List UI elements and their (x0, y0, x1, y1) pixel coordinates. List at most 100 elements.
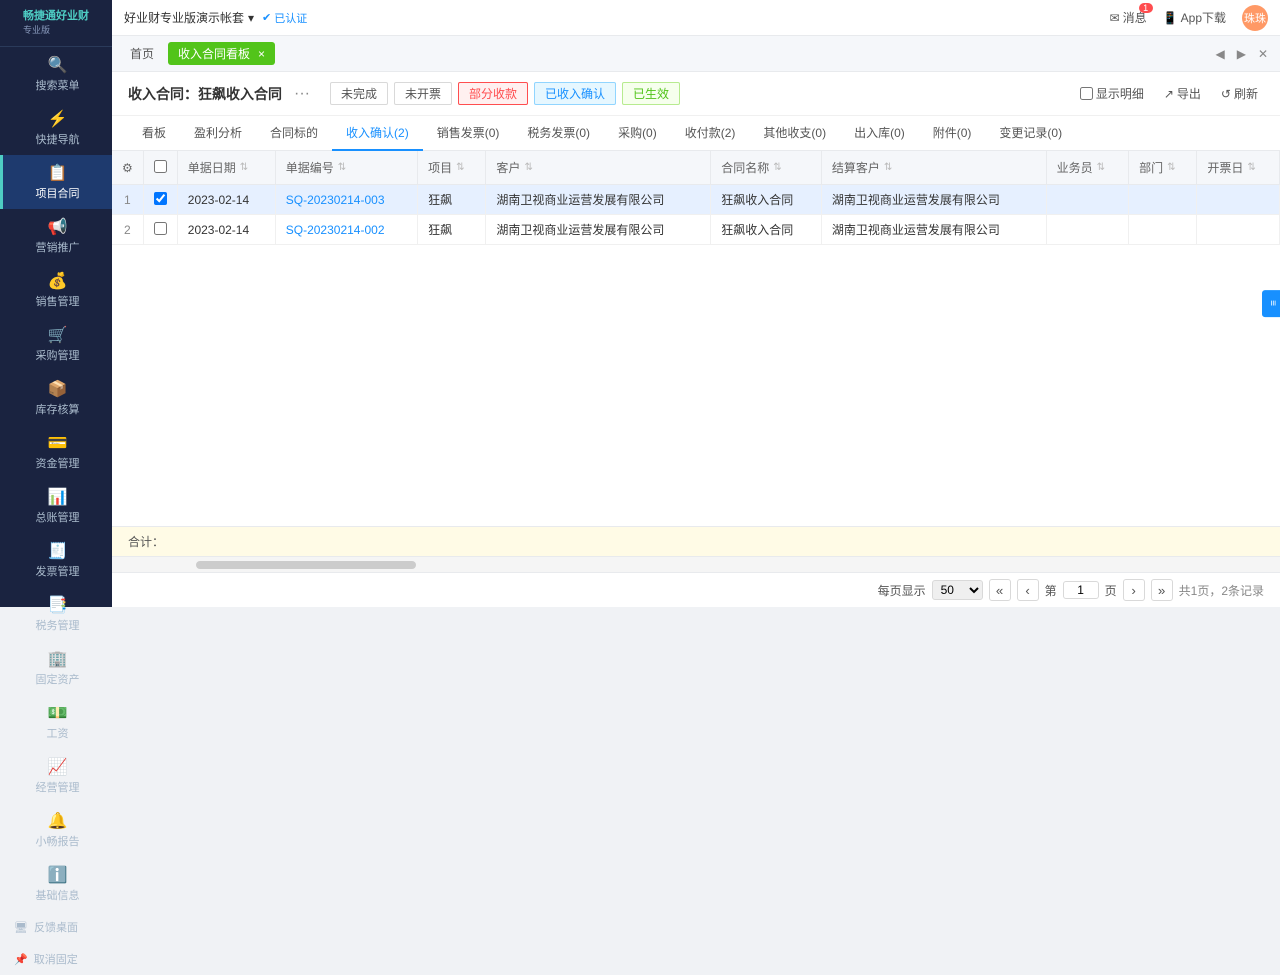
main-area: 好业财专业版演示帐套 ▾ ✔ 已认证 ✉ 消息 1 📱 App下载 珠珠 (112, 0, 1280, 607)
th-settlement-customer: 结算客户⇅ (821, 151, 1046, 185)
pagination: 每页显示 50 100 200 « ‹ 第 页 › » 共1页，2条记录 (112, 572, 1280, 607)
row-salesperson-1 (1046, 215, 1129, 245)
sidebar-item-4[interactable]: 💰 销售管理 (0, 263, 112, 317)
first-page-button[interactable]: « (989, 579, 1011, 601)
row-date-1: 2023-02-14 (177, 215, 275, 245)
user-avatar[interactable]: 珠珠 (1242, 5, 1268, 31)
sidebar-label-15: 基础信息 (36, 887, 80, 903)
sidebar-item-13[interactable]: 📈经营管理 (0, 749, 112, 803)
inner-tab-6[interactable]: 采购(0) (604, 116, 671, 151)
company-selector[interactable]: 好业财专业版演示帐套 ▾ (124, 9, 254, 26)
row-checkbox-1[interactable] (143, 215, 177, 245)
sidebar-label-0: 搜索菜单 (36, 77, 80, 93)
show-detail-toggle[interactable]: 显示明细 (1074, 83, 1150, 104)
inner-tab-5[interactable]: 税务发票(0) (513, 116, 604, 151)
horizontal-scrollbar[interactable] (112, 556, 1280, 572)
pin-icon: 📌 (14, 953, 28, 966)
inner-tab-8[interactable]: 其他收支(0) (749, 116, 840, 151)
sidebar-item-14[interactable]: 🔔小畅报告 (0, 803, 112, 857)
inner-tab-7[interactable]: 收付款(2) (671, 116, 750, 151)
sidebar-item-8[interactable]: 📊总账管理 (0, 479, 112, 533)
sidebar-label-14: 小畅报告 (36, 833, 80, 849)
status-incomplete[interactable]: 未完成 (330, 82, 388, 105)
th-salesperson: 业务员⇅ (1046, 151, 1129, 185)
th-settings: ⚙ (112, 151, 143, 185)
tab-close-all-icon[interactable]: ✕ (1254, 45, 1272, 63)
sidebar-icon-2: 📋 (48, 163, 68, 183)
scroll-thumb[interactable] (196, 561, 416, 569)
tab-contract-board[interactable]: 收入合同看板 × (168, 42, 275, 65)
sidebar-item-5[interactable]: 🛒采购管理 (0, 317, 112, 371)
row-invoice-date-1 (1197, 215, 1280, 245)
sidebar-item-1[interactable]: ⚡快捷导航 (0, 101, 112, 155)
content-actions: 显示明细 ↗ 导出 ↺ 刷新 (1074, 83, 1264, 104)
row-contract-name-1: 狂飙收入合同 (711, 215, 822, 245)
last-page-button[interactable]: » (1151, 579, 1173, 601)
select-all-checkbox[interactable] (154, 160, 167, 173)
export-button[interactable]: ↗ 导出 (1158, 83, 1207, 104)
message-icon: ✉ (1110, 11, 1120, 25)
inner-tab-0[interactable]: 看板 (128, 116, 180, 151)
status-effective[interactable]: 已生效 (622, 82, 680, 105)
sidebar-icon-6: 📦 (48, 379, 68, 399)
sidebar: 畅捷通好业财 专业版 🔍搜索菜单⚡快捷导航📋项目合同📢营销推广💰销售管理🛒采购管… (0, 0, 112, 607)
right-float-panel[interactable]: ≡ (1262, 290, 1280, 318)
row-customer-0: 湖南卫视商业运营发展有限公司 (486, 185, 711, 215)
row-checkbox-0[interactable] (143, 185, 177, 215)
sidebar-item-3[interactable]: 📢营销推广 (0, 209, 112, 263)
refresh-button[interactable]: ↺ 刷新 (1215, 83, 1264, 104)
sidebar-item-6[interactable]: 📦库存核算 (0, 371, 112, 425)
sidebar-icon-4: 💰 (48, 271, 68, 291)
sidebar-icon-1: ⚡ (48, 109, 68, 129)
show-detail-checkbox[interactable] (1080, 87, 1093, 100)
inner-tab-10[interactable]: 附件(0) (919, 116, 986, 151)
sidebar-unpin[interactable]: 📌 取消固定 (0, 943, 112, 975)
row-order-no-1[interactable]: SQ-20230214-002 (275, 215, 417, 245)
sidebar-label-4: 销售管理 (36, 293, 80, 309)
sidebar-item-9[interactable]: 🧾发票管理 (0, 533, 112, 587)
sidebar-icon-5: 🛒 (48, 325, 68, 345)
table-footer: 合计： (112, 526, 1280, 556)
tab-home[interactable]: 首页 (120, 41, 164, 66)
sidebar-item-0[interactable]: 🔍搜索菜单 (0, 47, 112, 101)
page-label2: 页 (1105, 582, 1117, 599)
prev-page-button[interactable]: ‹ (1017, 579, 1039, 601)
sidebar-feedback[interactable]: 🖥 反馈桌面 (0, 911, 112, 943)
page-input[interactable] (1063, 581, 1099, 599)
more-button[interactable]: ··· (294, 85, 310, 103)
total-info: 共1页，2条记录 (1179, 582, 1264, 599)
tabbar: 首页 收入合同看板 × ◀ ▶ ✕ (112, 36, 1280, 72)
company-name: 好业财专业版演示帐套 (124, 9, 244, 26)
inner-tab-11[interactable]: 变更记录(0) (985, 116, 1076, 151)
topbar-right: ✉ 消息 1 📱 App下载 珠珠 (1110, 5, 1268, 31)
sidebar-item-11[interactable]: 🏢固定资产 (0, 641, 112, 695)
th-contract-name: 合同名称⇅ (711, 151, 822, 185)
row-contract-name-0: 狂飙收入合同 (711, 185, 822, 215)
row-department-1 (1129, 215, 1197, 245)
export-icon: ↗ (1164, 87, 1174, 101)
inner-tab-9[interactable]: 出入库(0) (840, 116, 919, 151)
sidebar-item-7[interactable]: 💳资金管理 (0, 425, 112, 479)
status-partial-payment[interactable]: 部分收款 (458, 82, 528, 105)
next-page-button[interactable]: › (1123, 579, 1145, 601)
table-header-row: ⚙ 单据日期⇅ 单据编号⇅ 项目⇅ 客户⇅ 合同名称⇅ 结算客户⇅ 业务员⇅ 部… (112, 151, 1280, 185)
tab-contract-board-label: 收入合同看板 (178, 45, 250, 62)
status-uninvoiced[interactable]: 未开票 (394, 82, 452, 105)
inner-tab-1[interactable]: 盈利分析 (180, 116, 256, 151)
message-button[interactable]: ✉ 消息 1 (1110, 9, 1147, 26)
sidebar-item-10[interactable]: 📑税务管理 (0, 587, 112, 641)
status-confirmed[interactable]: 已收入确认 (534, 82, 616, 105)
sidebar-item-12[interactable]: 💵工资 (0, 695, 112, 749)
tab-prev-icon[interactable]: ◀ (1211, 45, 1228, 63)
settings-icon[interactable]: ⚙ (122, 161, 133, 175)
inner-tab-2[interactable]: 合同标的 (256, 116, 332, 151)
sidebar-item-2[interactable]: 📋项目合同 (0, 155, 112, 209)
inner-tab-3[interactable]: 收入确认(2) (332, 116, 423, 151)
per-page-select[interactable]: 50 100 200 (932, 580, 983, 600)
row-order-no-0[interactable]: SQ-20230214-003 (275, 185, 417, 215)
inner-tab-4[interactable]: 销售发票(0) (423, 116, 514, 151)
app-download-button[interactable]: 📱 App下载 (1163, 9, 1226, 26)
tab-close-icon[interactable]: × (258, 47, 265, 61)
tab-next-icon[interactable]: ▶ (1233, 45, 1250, 63)
sidebar-item-15[interactable]: ℹ️基础信息 (0, 857, 112, 911)
